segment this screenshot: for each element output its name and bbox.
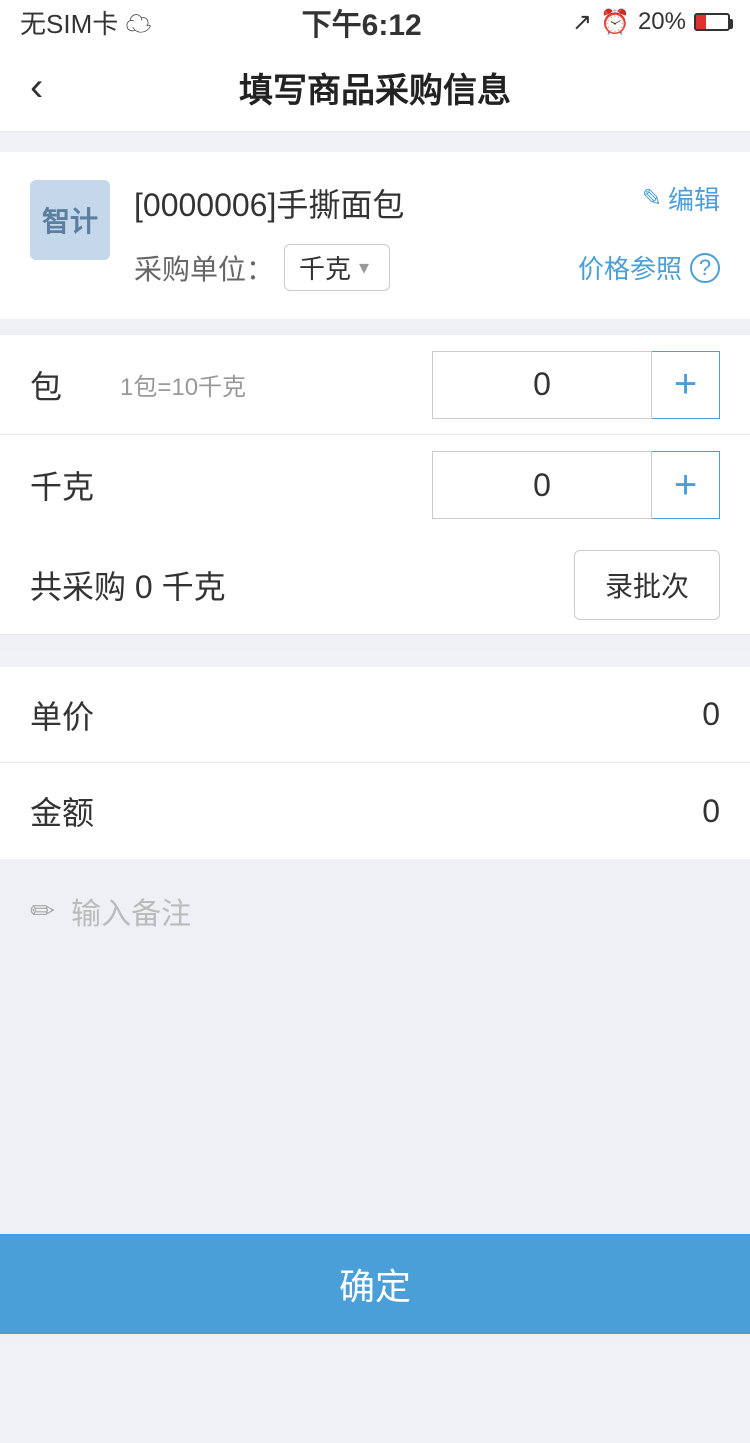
unit-price-label: 单价 [30,692,94,738]
bag-label: 包 [30,362,110,408]
pencil-icon: ✏ [30,894,55,929]
confirm-button[interactable]: 确定 [0,1234,750,1334]
kg-input-row: 千克 + [0,435,750,535]
product-image: 智计 [30,180,110,260]
nav-title: 填写商品采购信息 [239,63,511,112]
edit-icon: ✎ [642,184,662,213]
battery-text: 20% [638,8,686,36]
dropdown-icon: ▾ [359,255,369,280]
help-icon: ? [690,253,720,283]
plus-icon-kg: + [674,463,697,508]
product-info: [0000006]手撕面包 ✎ 编辑 采购单位： 千克 ▾ 价格参照 ? [134,180,720,291]
signal-text: 无SIM卡 ☁ [20,4,151,41]
input-section: 包 1包=10千克 + 千克 + [0,335,750,535]
nav-bar: ‹ 填写商品采购信息 [0,44,750,132]
status-time: 下午6:12 [302,0,422,44]
status-bar: 无SIM卡 ☁ 下午6:12 ↗ ⏰ 20% [0,0,750,44]
product-name: [0000006]手撕面包 [134,180,404,226]
edit-label: 编辑 [668,180,720,217]
price-ref-button[interactable]: 价格参照 ? [578,249,720,286]
batch-button[interactable]: 录批次 [574,550,720,620]
unit-label: 采购单位： [134,248,274,288]
summary-text: 共采购 0 千克 [30,562,226,608]
alarm-icon: ⏰ [600,8,630,37]
product-unit-row: 采购单位： 千克 ▾ 价格参照 ? [134,244,720,291]
price-ref-label: 价格参照 [578,249,682,286]
kg-number-input[interactable] [432,451,652,519]
section-divider-2 [0,635,750,651]
back-button[interactable]: ‹ [30,65,43,110]
bag-sublabel: 1包=10千克 [120,367,432,402]
amount-label: 金额 [30,788,94,834]
product-header: [0000006]手撕面包 ✎ 编辑 [134,180,720,226]
product-card: 智计 [0000006]手撕面包 ✎ 编辑 采购单位： 千克 ▾ [0,152,750,319]
price-section: 单价 0 金额 0 [0,667,750,859]
summary-row: 共采购 0 千克 录批次 [0,535,750,635]
status-right: ↗ ⏰ 20% [572,8,730,37]
bag-input-control: + [432,351,720,419]
amount-value: 0 [702,793,720,830]
unit-price-value: 0 [702,696,720,733]
battery-icon [694,13,730,31]
section-divider-1 [0,319,750,335]
kg-plus-button[interactable]: + [652,451,720,519]
unit-value: 千克 [299,249,351,286]
edit-button[interactable]: ✎ 编辑 [642,180,720,217]
plus-icon-bag: + [674,362,697,407]
bag-number-input[interactable] [432,351,652,419]
unit-selector-group: 采购单位： 千克 ▾ [134,244,390,291]
bag-plus-button[interactable]: + [652,351,720,419]
bag-input-row: 包 1包=10千克 + [0,335,750,435]
kg-input-control: + [432,451,720,519]
remarks-placeholder: 输入备注 [71,889,191,933]
location-icon: ↗ [572,8,592,37]
product-logo-text: 智计 [42,200,98,240]
status-left: 无SIM卡 ☁ [20,4,151,41]
unit-select[interactable]: 千克 ▾ [284,244,390,291]
amount-row: 金额 0 [0,763,750,859]
kg-label: 千克 [30,462,110,508]
remarks-section[interactable]: ✏ 输入备注 [0,859,750,963]
unit-price-row: 单价 0 [0,667,750,763]
